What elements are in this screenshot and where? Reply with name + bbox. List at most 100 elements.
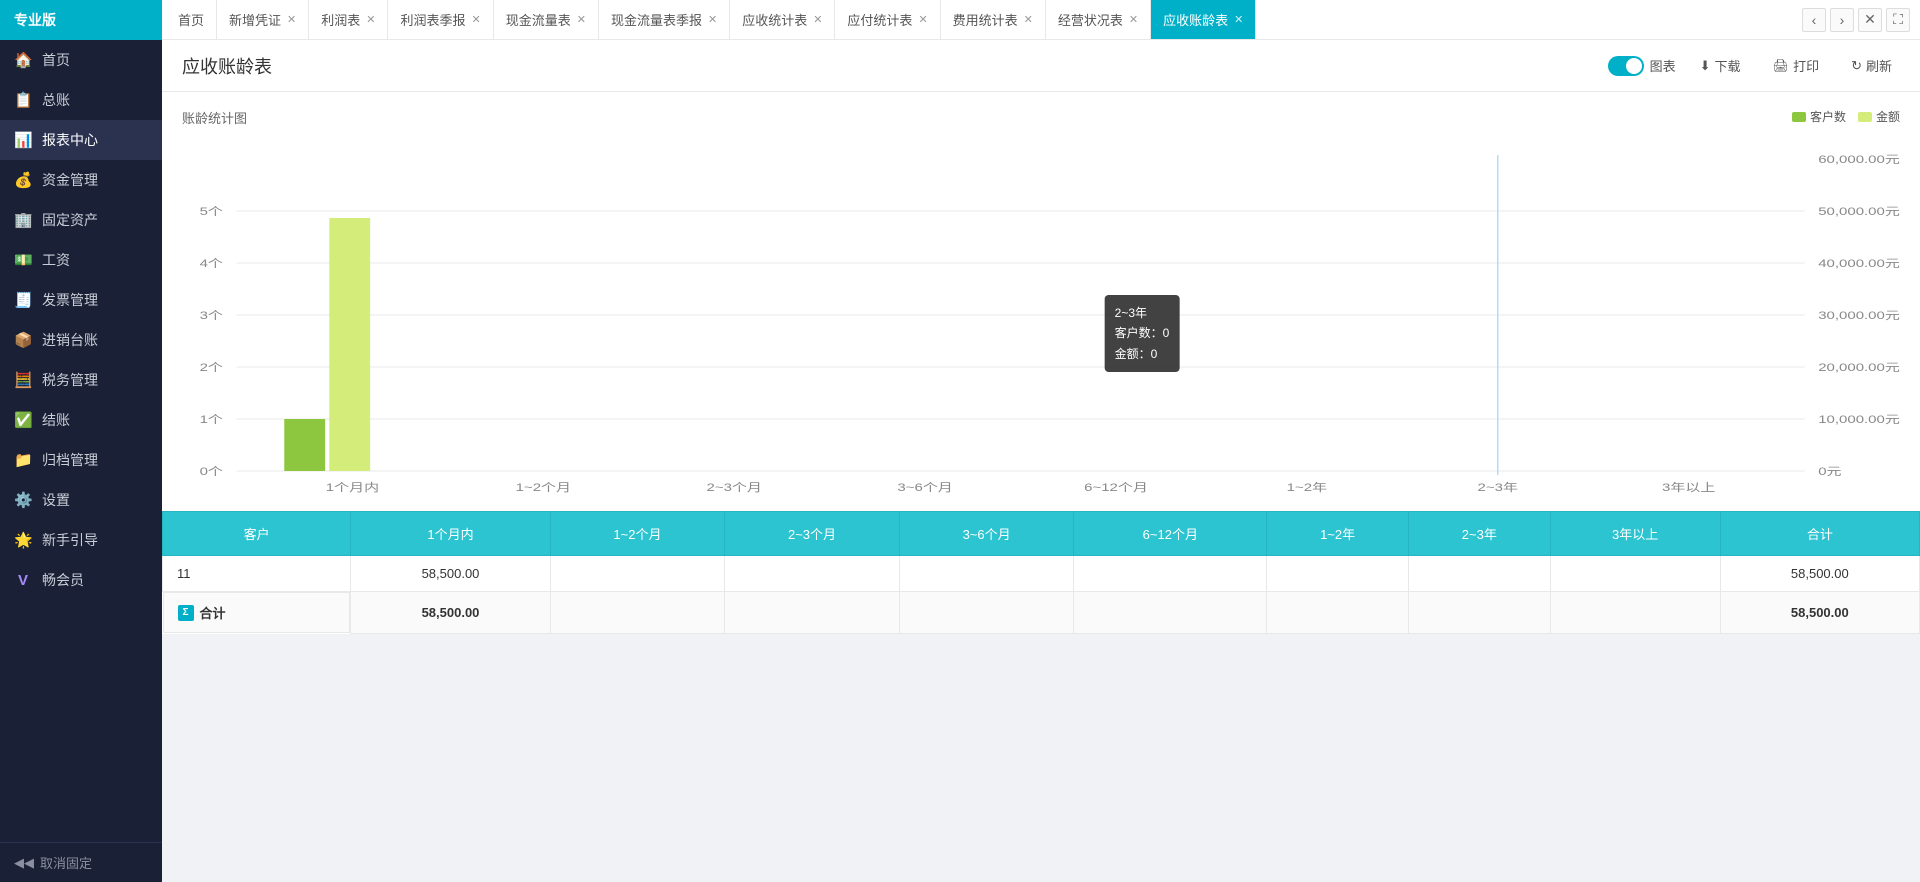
tab-next-btn[interactable]: › [1830, 8, 1854, 32]
sidebar-item-vip[interactable]: V 畅会员 [0, 560, 162, 600]
tab-expense-stats[interactable]: 费用统计表 ✕ [941, 0, 1046, 39]
sidebar-item-invoice[interactable]: 🧾 发票管理 [0, 280, 162, 320]
tab-ap-stats-close[interactable]: ✕ [918, 13, 927, 26]
sidebar-item-assets[interactable]: 🏢 固定资产 [0, 200, 162, 240]
archive-icon: 📁 [14, 451, 32, 469]
tab-ar-stats[interactable]: 应收统计表 ✕ [730, 0, 835, 39]
sidebar-item-archive[interactable]: 📁 归档管理 [0, 440, 162, 480]
tab-voucher-close[interactable]: ✕ [287, 13, 296, 26]
payroll-icon: 💵 [14, 251, 32, 269]
print-btn[interactable]: 🖨 打印 [1765, 52, 1828, 79]
refresh-btn[interactable]: ↻ 刷新 [1843, 52, 1900, 79]
download-btn[interactable]: ⬇ 下载 [1692, 52, 1749, 79]
ledger-icon: 📋 [14, 91, 32, 109]
legend-amount-color [1858, 112, 1872, 122]
total-icon: Σ [178, 605, 194, 621]
td-month6-12 [1074, 556, 1267, 592]
sidebar-item-payroll-label: 工资 [42, 250, 70, 270]
sidebar-collapse-btn[interactable]: ◀◀ 取消固定 [0, 842, 162, 882]
sidebar-item-home-label: 首页 [42, 50, 70, 70]
th-month3-6: 3~6个月 [899, 512, 1074, 556]
sidebar-item-closing[interactable]: ✅ 结账 [0, 400, 162, 440]
td-total-month6-12 [1074, 592, 1267, 634]
download-label: 下载 [1715, 56, 1741, 75]
tab-close-all-btn[interactable]: ✕ [1858, 8, 1882, 32]
tab-profit[interactable]: 利润表 ✕ [309, 0, 388, 39]
home-icon: 🏠 [14, 51, 32, 69]
toggle-track[interactable] [1608, 56, 1644, 76]
sidebar-item-reports[interactable]: 📊 报表中心 [0, 120, 162, 160]
sidebar-item-home[interactable]: 🏠 首页 [0, 40, 162, 80]
tab-home[interactable]: 首页 [166, 0, 217, 39]
svg-text:2~3个月: 2~3个月 [707, 481, 762, 494]
svg-text:4个: 4个 [200, 257, 223, 270]
total-label-text: 合计 [200, 603, 226, 622]
tab-voucher-label: 新增凭证 [229, 10, 281, 29]
assets-icon: 🏢 [14, 211, 32, 229]
td-total-year2-3 [1408, 592, 1550, 634]
chart-toggle[interactable]: 图表 [1608, 56, 1676, 76]
chart-container: 账龄统计图 客户数 金额 0个 1个 2个 3个 4个 [162, 92, 1920, 511]
svg-text:20,000.00元: 20,000.00元 [1818, 361, 1900, 374]
sidebar-item-settings[interactable]: ⚙️ 设置 [0, 480, 162, 520]
refresh-label: 刷新 [1866, 56, 1892, 75]
print-icon: 🖨 [1773, 58, 1790, 74]
tab-business-stats[interactable]: 经营状况表 ✕ [1046, 0, 1151, 39]
guide-icon: 🌟 [14, 531, 32, 549]
tab-expense-stats-close[interactable]: ✕ [1024, 13, 1033, 26]
svg-text:0元: 0元 [1818, 465, 1841, 478]
tab-cashflow-quarter-label: 现金流量表季报 [611, 10, 702, 29]
tab-business-stats-close[interactable]: ✕ [1129, 13, 1138, 26]
tab-profit-quarter[interactable]: 利润表季报 ✕ [388, 0, 493, 39]
svg-text:6~12个月: 6~12个月 [1084, 481, 1148, 494]
download-icon: ⬇ [1700, 58, 1711, 74]
sidebar-item-ledger[interactable]: 📋 总账 [0, 80, 162, 120]
td-total: 58,500.00 [1720, 556, 1919, 592]
bar-amount-month1 [329, 218, 370, 471]
inventory-icon: 📦 [14, 331, 32, 349]
tab-home-label: 首页 [178, 10, 204, 29]
data-table: 客户 1个月内 1~2个月 2~3个月 3~6个月 6~12个月 1~2年 2~… [162, 511, 1920, 634]
funds-icon: 💰 [14, 171, 32, 189]
sidebar-item-inventory-label: 进销台账 [42, 330, 98, 350]
sidebar: 专业版 🏠 首页 📋 总账 📊 报表中心 💰 资金管理 🏢 固定资产 💵 工资 … [0, 0, 162, 882]
tab-prev-btn[interactable]: ‹ [1802, 8, 1826, 32]
sidebar-item-reports-label: 报表中心 [42, 130, 98, 150]
app-logo: 专业版 [0, 0, 162, 40]
tax-icon: 🧮 [14, 371, 32, 389]
tab-fullscreen-btn[interactable]: ⛶ [1886, 8, 1910, 32]
tab-profit-quarter-close[interactable]: ✕ [472, 13, 481, 26]
tab-profit-close[interactable]: ✕ [366, 13, 375, 26]
sidebar-item-inventory[interactable]: 📦 进销台账 [0, 320, 162, 360]
tab-cashflow-quarter-close[interactable]: ✕ [708, 13, 717, 26]
content-area: 账龄统计图 客户数 金额 0个 1个 2个 3个 4个 [162, 92, 1920, 882]
sidebar-item-vip-label: 畅会员 [42, 570, 84, 590]
table-row: 11 58,500.00 58,500.00 [163, 556, 1920, 592]
sidebar-item-archive-label: 归档管理 [42, 450, 98, 470]
sidebar-item-assets-label: 固定资产 [42, 210, 98, 230]
legend-customer-color [1792, 112, 1806, 122]
td-month1-2 [550, 556, 725, 592]
td-total-year1-2 [1267, 592, 1409, 634]
td-year1-2 [1267, 556, 1409, 592]
th-year1-2: 1~2年 [1267, 512, 1409, 556]
tab-ar-aging[interactable]: 应收账龄表 ✕ [1151, 0, 1256, 39]
tab-cashflow[interactable]: 现金流量表 ✕ [494, 0, 599, 39]
table-area: 客户 1个月内 1~2个月 2~3个月 3~6个月 6~12个月 1~2年 2~… [162, 511, 1920, 634]
sidebar-item-payroll[interactable]: 💵 工资 [0, 240, 162, 280]
main-area: 首页 新增凭证 ✕ 利润表 ✕ 利润表季报 ✕ 现金流量表 ✕ 现金流量表季报 … [162, 0, 1920, 882]
chart-title: 账龄统计图 [182, 108, 1900, 127]
tab-ar-stats-close[interactable]: ✕ [813, 13, 822, 26]
sidebar-item-tax[interactable]: 🧮 税务管理 [0, 360, 162, 400]
svg-text:10,000.00元: 10,000.00元 [1818, 413, 1900, 426]
sidebar-item-guide[interactable]: 🌟 新手引导 [0, 520, 162, 560]
invoice-icon: 🧾 [14, 291, 32, 309]
tab-cashflow-quarter[interactable]: 现金流量表季报 ✕ [599, 0, 730, 39]
sidebar-item-funds[interactable]: 💰 资金管理 [0, 160, 162, 200]
tab-voucher[interactable]: 新增凭证 ✕ [217, 0, 309, 39]
tab-ap-stats[interactable]: 应付统计表 ✕ [835, 0, 940, 39]
tab-cashflow-close[interactable]: ✕ [577, 13, 586, 26]
legend-customer-label: 客户数 [1810, 108, 1846, 125]
td-total-total: 58,500.00 [1720, 592, 1919, 634]
tab-ar-aging-close[interactable]: ✕ [1234, 13, 1243, 26]
